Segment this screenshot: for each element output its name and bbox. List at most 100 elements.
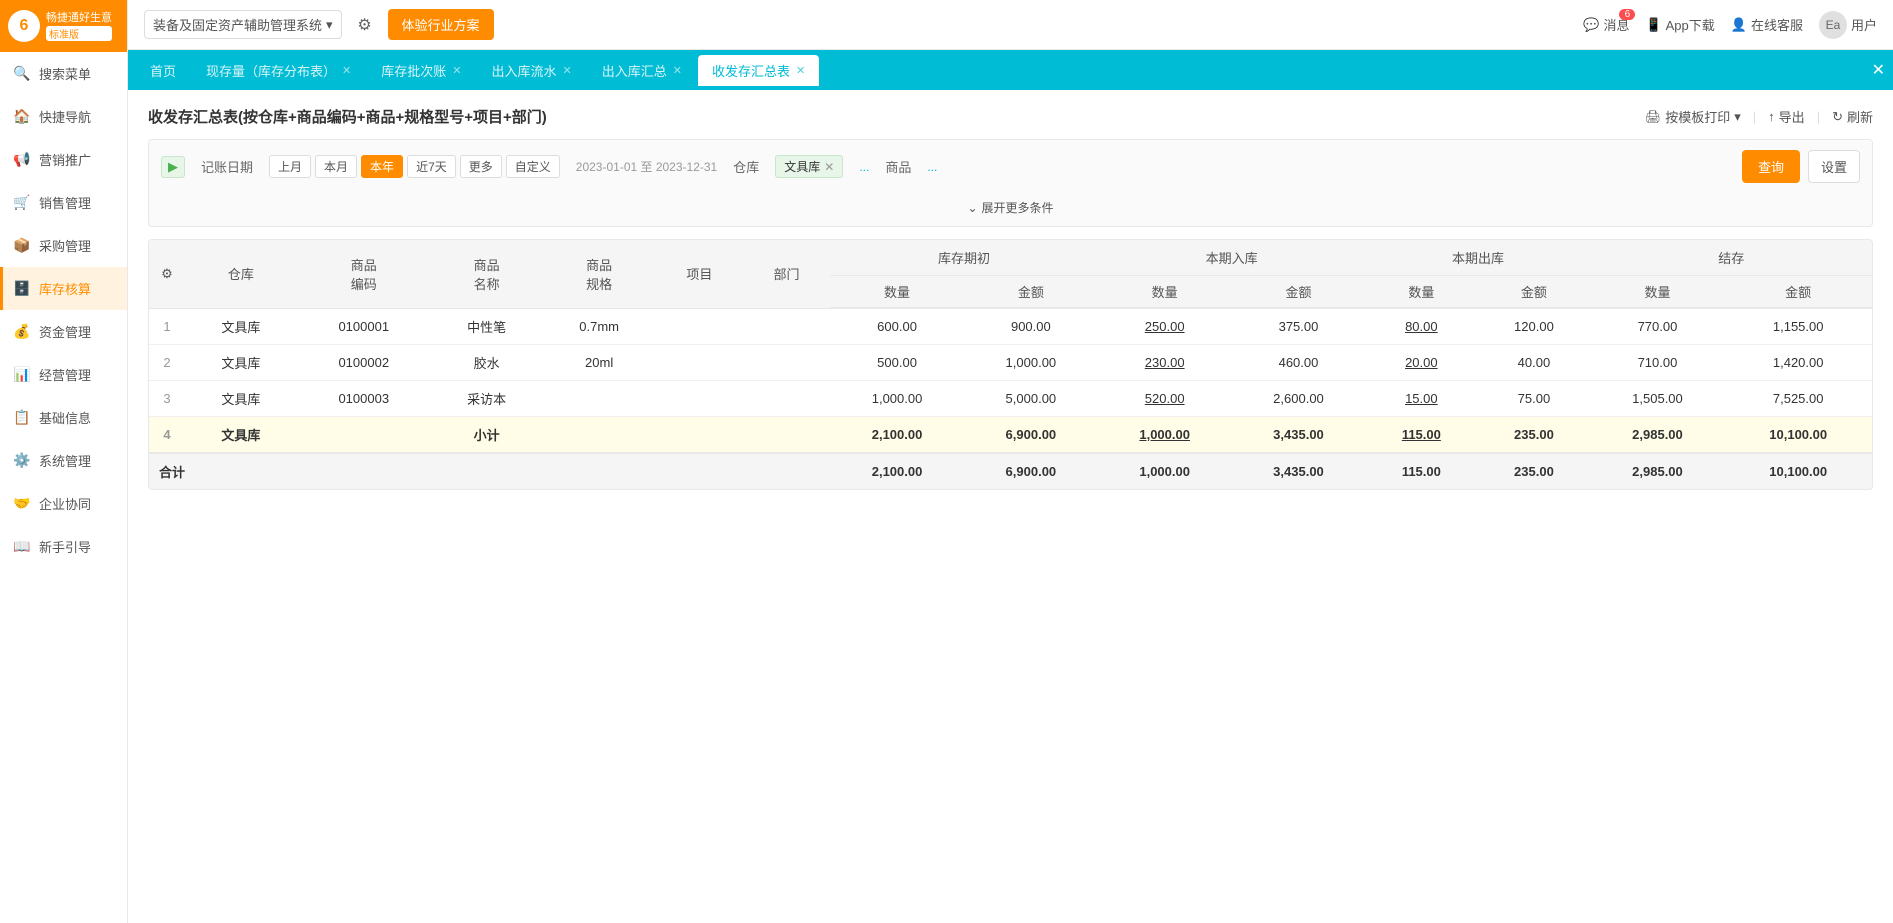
sidebar-item-label: 系统管理 <box>39 451 91 470</box>
warehouse-tag-close-icon[interactable]: ✕ <box>824 160 834 174</box>
row-spec: 20ml <box>543 344 656 380</box>
app-download-action[interactable]: 📱 App下载 <box>1645 15 1714 34</box>
sidebar-nav: 🔍搜索菜单🏠快捷导航📢营销推广🛒销售管理📦采购管理🗄️库存核算💰资金管理📊经营管… <box>0 52 127 568</box>
row-num: 4 <box>149 416 185 453</box>
sidebar-item-collab[interactable]: 🤝企业协同 <box>0 482 127 525</box>
warehouse-tag-value: 文具库 <box>784 158 820 175</box>
logo-text: 畅捷通好生意 <box>46 11 112 26</box>
sidebar-item-basic[interactable]: 📋基础信息 <box>0 396 127 439</box>
setting-button[interactable]: 设置 <box>1808 150 1860 183</box>
row-out-qty[interactable]: 20.00 <box>1365 344 1477 380</box>
app-download-label: App下载 <box>1666 15 1715 34</box>
tab-5[interactable]: 收发存汇总表✕ <box>698 55 819 86</box>
tab-close-icon[interactable]: ✕ <box>673 64 682 77</box>
row-init-amt: 5,000.00 <box>964 380 1098 416</box>
export-button[interactable]: ↑ 导出 <box>1768 107 1805 126</box>
date-option-本年[interactable]: 本年 <box>361 155 403 178</box>
close-all-tabs-button[interactable]: ✕ <box>1872 60 1885 80</box>
gear-icon[interactable]: ⚙ <box>350 10 380 40</box>
print-label: 按模板打印 <box>1665 107 1730 126</box>
row-spec <box>543 380 656 416</box>
row-bal-amt: 1,155.00 <box>1724 308 1872 344</box>
footer-bal-qty: 2,985.00 <box>1591 453 1725 489</box>
tab-close-icon[interactable]: ✕ <box>563 64 572 77</box>
date-option-更多[interactable]: 更多 <box>460 155 502 178</box>
tab-4[interactable]: 出入库汇总✕ <box>588 55 696 86</box>
filter-expand-arrow[interactable]: ▶ <box>161 156 185 178</box>
user-action[interactable]: Ea 用户 <box>1819 11 1877 39</box>
tab-label: 库存批次账 <box>381 61 446 80</box>
row-init-amt: 1,000.00 <box>964 344 1098 380</box>
online-service-action[interactable]: 👤 在线客服 <box>1731 15 1803 34</box>
tab-close-icon[interactable]: ✕ <box>796 64 805 77</box>
tab-1[interactable]: 现存量（库存分布表）✕ <box>192 55 365 86</box>
row-in-qty[interactable]: 520.00 <box>1098 380 1232 416</box>
sidebar-item-label: 新手引导 <box>39 537 91 556</box>
warehouse-more[interactable]: ... <box>859 160 869 174</box>
row-out-amt: 75.00 <box>1477 380 1590 416</box>
tab-3[interactable]: 出入库流水✕ <box>477 55 585 86</box>
sidebar-item-sales[interactable]: 🛒销售管理 <box>0 181 127 224</box>
page-title: 收发存汇总表(按仓库+商品编码+商品+规格型号+项目+部门) <box>148 106 547 127</box>
tab-close-icon[interactable]: ✕ <box>342 64 351 77</box>
refresh-icon: ↻ <box>1832 109 1843 125</box>
system-selector[interactable]: 装备及固定资产辅助管理系统 ▾ <box>144 10 342 39</box>
row-in-amt: 460.00 <box>1232 344 1366 380</box>
footer-init-amt: 6,900.00 <box>964 453 1098 489</box>
expand-conditions-button[interactable]: ⌄ 展开更多条件 <box>967 199 1053 216</box>
sidebar-item-finance[interactable]: 💰资金管理 <box>0 310 127 353</box>
sidebar-item-purchase[interactable]: 📦采购管理 <box>0 224 127 267</box>
tab-close-icon[interactable]: ✕ <box>452 64 461 77</box>
row-name: 中性笔 <box>431 308 543 344</box>
tab-0[interactable]: 首页 <box>136 55 190 86</box>
print-button[interactable]: 🖨 按模板打印 ▾ <box>1645 107 1741 126</box>
row-project <box>656 416 743 453</box>
sidebar-item-quick-nav[interactable]: 🏠快捷导航 <box>0 95 127 138</box>
col-settings-header[interactable]: ⚙ <box>149 240 185 308</box>
date-option-本月[interactable]: 本月 <box>315 155 357 178</box>
system-icon: ⚙️ <box>13 452 31 470</box>
row-bal-qty: 710.00 <box>1591 344 1725 380</box>
goods-more[interactable]: ... <box>927 160 937 174</box>
sidebar-item-operation[interactable]: 📊经营管理 <box>0 353 127 396</box>
date-options: 上月本月本年近7天更多自定义 <box>269 155 560 178</box>
row-name: 小计 <box>431 416 543 453</box>
row-spec <box>543 416 656 453</box>
row-dept <box>743 416 830 453</box>
content-area: 收发存汇总表(按仓库+商品编码+商品+规格型号+项目+部门) 🖨 按模板打印 ▾… <box>128 90 1893 923</box>
row-out-qty[interactable]: 15.00 <box>1365 380 1477 416</box>
warehouse-label: 仓库 <box>733 157 759 176</box>
message-action[interactable]: 💬 消息 6 <box>1583 15 1629 34</box>
row-out-amt: 235.00 <box>1477 416 1590 453</box>
inventory-icon: 🗄️ <box>13 280 31 298</box>
query-button[interactable]: 查询 <box>1742 150 1800 183</box>
sidebar-item-inventory[interactable]: 🗄️库存核算 <box>0 267 127 310</box>
row-in-qty[interactable]: 250.00 <box>1098 308 1232 344</box>
tab-2[interactable]: 库存批次账 ✕ <box>367 55 475 86</box>
col-out-qty-header: 数量 <box>1365 276 1477 309</box>
sidebar-item-guide[interactable]: 📖新手引导 <box>0 525 127 568</box>
col-bal-amt-header: 金额 <box>1724 276 1872 309</box>
warehouse-tag[interactable]: 文具库 ✕ <box>775 155 843 178</box>
row-code: 0100002 <box>297 344 431 380</box>
filter-toggle-icon[interactable]: ▶ <box>161 156 185 178</box>
sidebar-item-marketing[interactable]: 📢营销推广 <box>0 138 127 181</box>
col-inbound-header: 本期入库 <box>1098 240 1366 276</box>
sidebar: 6 畅捷通好生意 标准版 🔍搜索菜单🏠快捷导航📢营销推广🛒销售管理📦采购管理🗄️… <box>0 0 128 923</box>
page-actions: 🖨 按模板打印 ▾ | ↑ 导出 | ↻ 刷新 <box>1645 107 1873 126</box>
date-option-上月[interactable]: 上月 <box>269 155 311 178</box>
row-out-qty[interactable]: 80.00 <box>1365 308 1477 344</box>
sidebar-item-search[interactable]: 🔍搜索菜单 <box>0 52 127 95</box>
sidebar-item-system[interactable]: ⚙️ 系统管理 <box>0 439 127 482</box>
sidebar-item-label: 采购管理 <box>39 236 91 255</box>
row-name: 采访本 <box>431 380 543 416</box>
date-option-自定义[interactable]: 自定义 <box>506 155 560 178</box>
row-in-qty[interactable]: 230.00 <box>1098 344 1232 380</box>
row-init-amt: 900.00 <box>964 308 1098 344</box>
refresh-button[interactable]: ↻ 刷新 <box>1832 107 1873 126</box>
row-project <box>656 380 743 416</box>
row-warehouse: 文具库 <box>185 344 297 380</box>
footer-in-amt: 3,435.00 <box>1232 453 1366 489</box>
try-industry-button[interactable]: 体验行业方案 <box>388 9 494 40</box>
date-option-近7天[interactable]: 近7天 <box>407 155 456 178</box>
